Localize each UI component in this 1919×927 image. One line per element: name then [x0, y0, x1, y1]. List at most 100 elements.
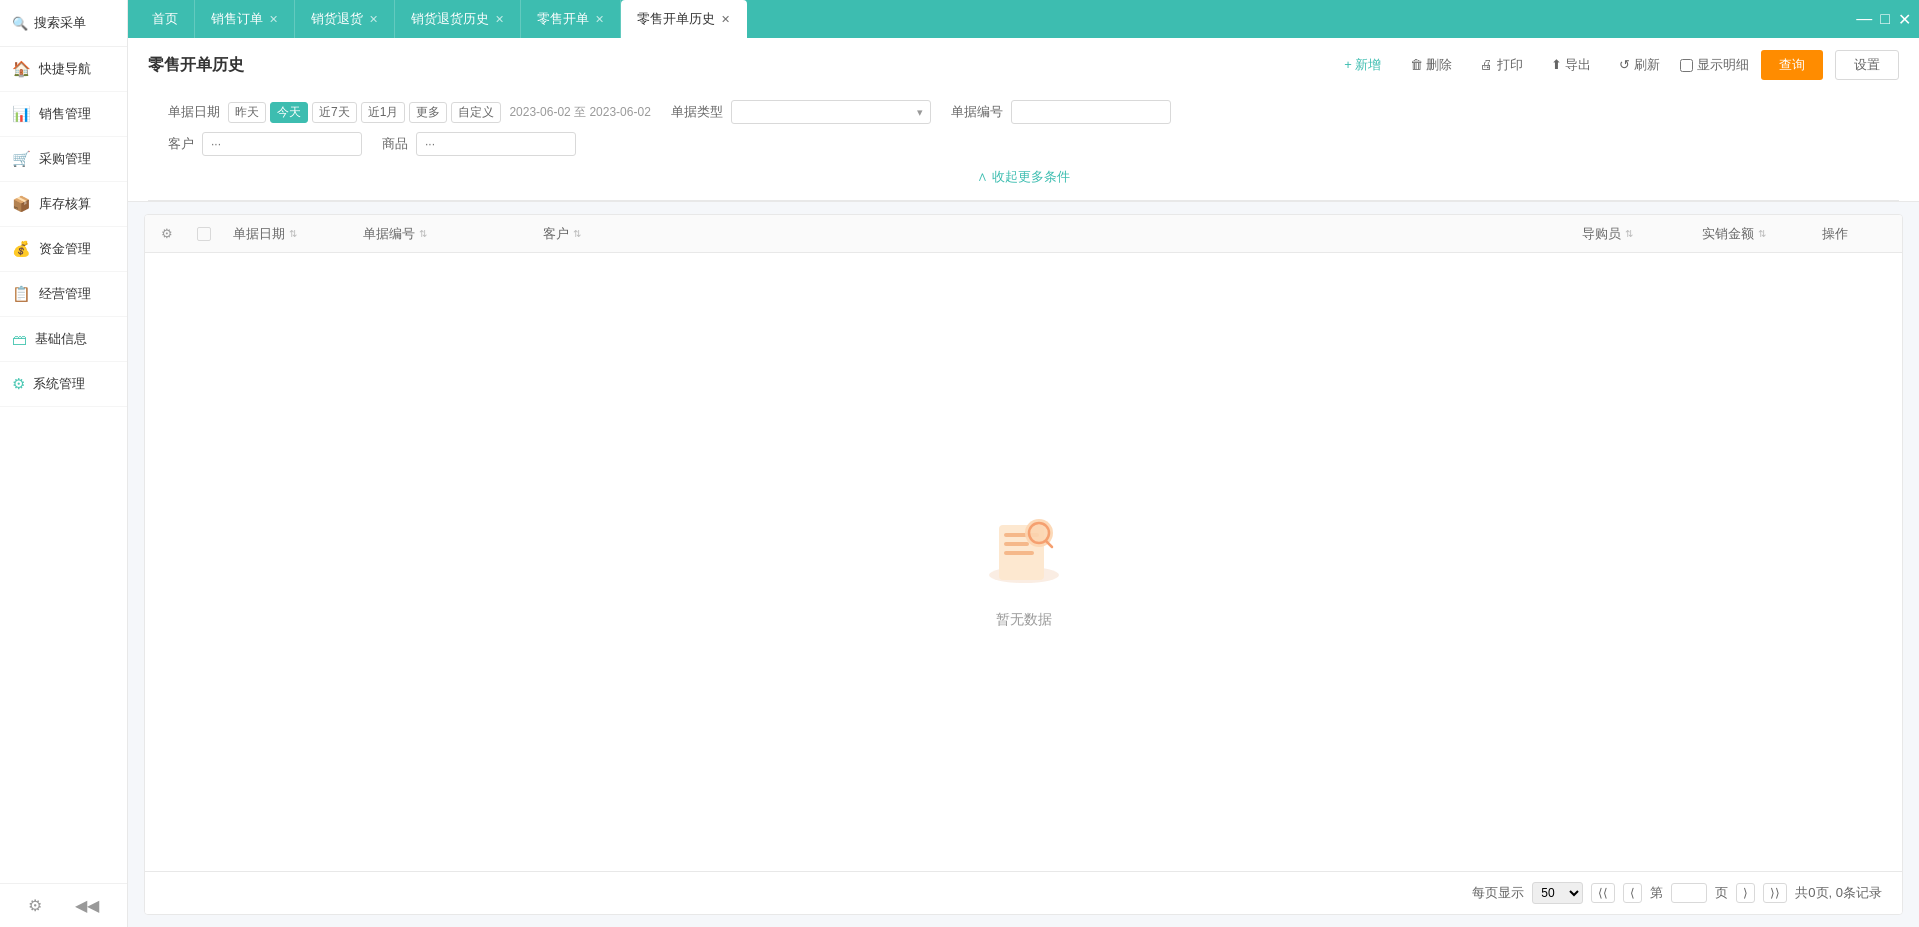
tab-return[interactable]: 销货退货 ✕: [295, 0, 395, 38]
th-amount-label: 实销金额: [1702, 225, 1754, 243]
th-check: [189, 227, 225, 241]
date-more[interactable]: 更多: [409, 102, 447, 123]
tab-retail-close[interactable]: ✕: [595, 13, 604, 26]
minimize-btn[interactable]: —: [1856, 10, 1872, 28]
sidebar-bottom: ⚙ ◀◀: [0, 883, 127, 927]
tab-retail[interactable]: 零售开单 ✕: [521, 0, 621, 38]
tab-return-label: 销货退货: [311, 10, 363, 28]
close-btn[interactable]: ✕: [1898, 10, 1911, 29]
th-action: 操作: [1814, 225, 1894, 243]
page-header: 零售开单历史 + 新增 🗑 删除 🖨 打印 ⬆ 导出 ↺ 刷新 显示明细 查询 …: [128, 38, 1919, 202]
sidebar-item-label: 经营管理: [39, 285, 91, 303]
th-date-sort[interactable]: ⇅: [289, 228, 297, 239]
tab-sales-order-close[interactable]: ✕: [269, 13, 278, 26]
th-number: 单据编号 ⇅: [355, 225, 535, 243]
table-area: ⚙ 单据日期 ⇅ 单据编号 ⇅ 客户 ⇅ 导购员: [144, 214, 1903, 915]
th-guide: 导购员 ⇅: [1574, 225, 1694, 243]
filter-section: 单据日期 昨天 今天 近7天 近1月 更多 自定义 2023-06-02 至 2…: [148, 90, 1899, 201]
display-detail-checkbox[interactable]: 显示明细: [1680, 56, 1749, 74]
customer-input[interactable]: [202, 132, 362, 156]
display-detail-check[interactable]: [1680, 59, 1693, 72]
page-label: 第: [1650, 884, 1663, 902]
sidebar-search[interactable]: 🔍 搜索采单: [0, 0, 127, 47]
date-label: 单据日期: [168, 103, 220, 121]
query-button[interactable]: 查询: [1761, 50, 1823, 80]
prev-page-btn[interactable]: ⟨: [1623, 883, 1642, 903]
sidebar-item-label: 资金管理: [39, 240, 91, 258]
date-1month[interactable]: 近1月: [361, 102, 406, 123]
collapse-sidebar-icon[interactable]: ◀◀: [75, 896, 99, 915]
sidebar-item-operations[interactable]: 📋 经营管理: [0, 272, 127, 317]
inventory-icon: 📦: [12, 195, 31, 213]
tab-return-history[interactable]: 销货退货历史 ✕: [395, 0, 521, 38]
date-yesterday[interactable]: 昨天: [228, 102, 266, 123]
tab-retail-history-close[interactable]: ✕: [721, 13, 730, 26]
tab-sales-order-label: 销售订单: [211, 10, 263, 28]
type-select[interactable]: [731, 100, 931, 124]
sidebar-item-sales[interactable]: 📊 销售管理: [0, 92, 127, 137]
maximize-btn[interactable]: □: [1880, 10, 1890, 28]
tab-return-close[interactable]: ✕: [369, 13, 378, 26]
tab-home-label: 首页: [152, 10, 178, 28]
sidebar-item-finance[interactable]: 💰 资金管理: [0, 227, 127, 272]
next-page-btn[interactable]: ⟩: [1736, 883, 1755, 903]
th-number-sort[interactable]: ⇅: [419, 228, 427, 239]
th-guide-sort[interactable]: ⇅: [1625, 228, 1633, 239]
select-all-checkbox[interactable]: [197, 227, 211, 241]
table-header: ⚙ 单据日期 ⇅ 单据编号 ⇅ 客户 ⇅ 导购员: [145, 215, 1902, 253]
sidebar-item-purchase[interactable]: 🛒 采购管理: [0, 137, 127, 182]
last-page-btn[interactable]: ⟩⟩: [1763, 883, 1787, 903]
type-label: 单据类型: [671, 103, 723, 121]
setting-button[interactable]: 设置: [1835, 50, 1899, 80]
main-area: 首页 销售订单 ✕ 销货退货 ✕ 销货退货历史 ✕ 零售开单 ✕ 零售开单历史 …: [128, 0, 1919, 927]
collapse-more-btn[interactable]: ∧ 收起更多条件: [168, 164, 1879, 190]
print-button[interactable]: 🖨 打印: [1472, 52, 1531, 78]
tab-retail-history[interactable]: 零售开单历史 ✕: [621, 0, 747, 38]
th-amount: 实销金额 ⇅: [1694, 225, 1814, 243]
sidebar-item-basicinfo[interactable]: 🗃 基础信息: [0, 317, 127, 362]
th-settings: ⚙: [153, 226, 189, 241]
system-icon: ⚙: [12, 375, 25, 393]
sidebar-search-label: 搜索采单: [34, 14, 86, 32]
date-7days[interactable]: 近7天: [312, 102, 357, 123]
empty-text: 暂无数据: [996, 611, 1052, 629]
date-today[interactable]: 今天: [270, 102, 308, 123]
page-title-row: 零售开单历史 + 新增 🗑 删除 🖨 打印 ⬆ 导出 ↺ 刷新 显示明细 查询 …: [148, 50, 1899, 80]
home-icon: 🏠: [12, 60, 31, 78]
refresh-button[interactable]: ↺ 刷新: [1611, 52, 1668, 78]
pagination-bar: 每页显示 50 100 200 ⟨⟨ ⟨ 第 1 页 ⟩ ⟩⟩ 共0页, 0条记…: [145, 871, 1902, 914]
current-page-input[interactable]: 1: [1671, 883, 1707, 903]
th-amount-sort[interactable]: ⇅: [1758, 228, 1766, 239]
th-date: 单据日期 ⇅: [225, 225, 355, 243]
tab-return-history-close[interactable]: ✕: [495, 13, 504, 26]
filter-date: 单据日期 昨天 今天 近7天 近1月 更多 自定义 2023-06-02 至 2…: [168, 102, 651, 123]
th-number-label: 单据编号: [363, 225, 415, 243]
operations-icon: 📋: [12, 285, 31, 303]
sidebar-item-label: 快捷导航: [39, 60, 91, 78]
gear-icon[interactable]: ⚙: [28, 896, 42, 915]
th-customer-label: 客户: [543, 225, 569, 243]
page-size-select[interactable]: 50 100 200: [1532, 882, 1583, 904]
goods-input[interactable]: [416, 132, 576, 156]
page-size-label: 每页显示: [1472, 884, 1524, 902]
th-customer: 客户 ⇅: [535, 225, 1574, 243]
number-input[interactable]: [1011, 100, 1171, 124]
filter-goods: 商品: [382, 132, 576, 156]
delete-button[interactable]: 🗑 删除: [1402, 52, 1461, 78]
sidebar-item-inventory[interactable]: 📦 库存核算: [0, 182, 127, 227]
export-button[interactable]: ⬆ 导出: [1543, 52, 1600, 78]
sidebar-item-quicknav[interactable]: 🏠 快捷导航: [0, 47, 127, 92]
filter-customer: 客户: [168, 132, 362, 156]
settings-columns-icon[interactable]: ⚙: [161, 226, 173, 241]
sidebar: 🔍 搜索采单 🏠 快捷导航 📊 销售管理 🛒 采购管理 📦 库存核算 💰 资金管…: [0, 0, 128, 927]
th-customer-sort[interactable]: ⇅: [573, 228, 581, 239]
tab-home[interactable]: 首页: [136, 0, 195, 38]
tab-return-history-label: 销货退货历史: [411, 10, 489, 28]
svg-rect-3: [1004, 542, 1029, 546]
sidebar-item-system[interactable]: ⚙ 系统管理: [0, 362, 127, 407]
tab-sales-order[interactable]: 销售订单 ✕: [195, 0, 295, 38]
date-custom[interactable]: 自定义: [451, 102, 501, 123]
first-page-btn[interactable]: ⟨⟨: [1591, 883, 1615, 903]
date-shortcuts: 昨天 今天 近7天 近1月 更多 自定义: [228, 102, 501, 123]
add-button[interactable]: + 新增: [1336, 52, 1389, 78]
